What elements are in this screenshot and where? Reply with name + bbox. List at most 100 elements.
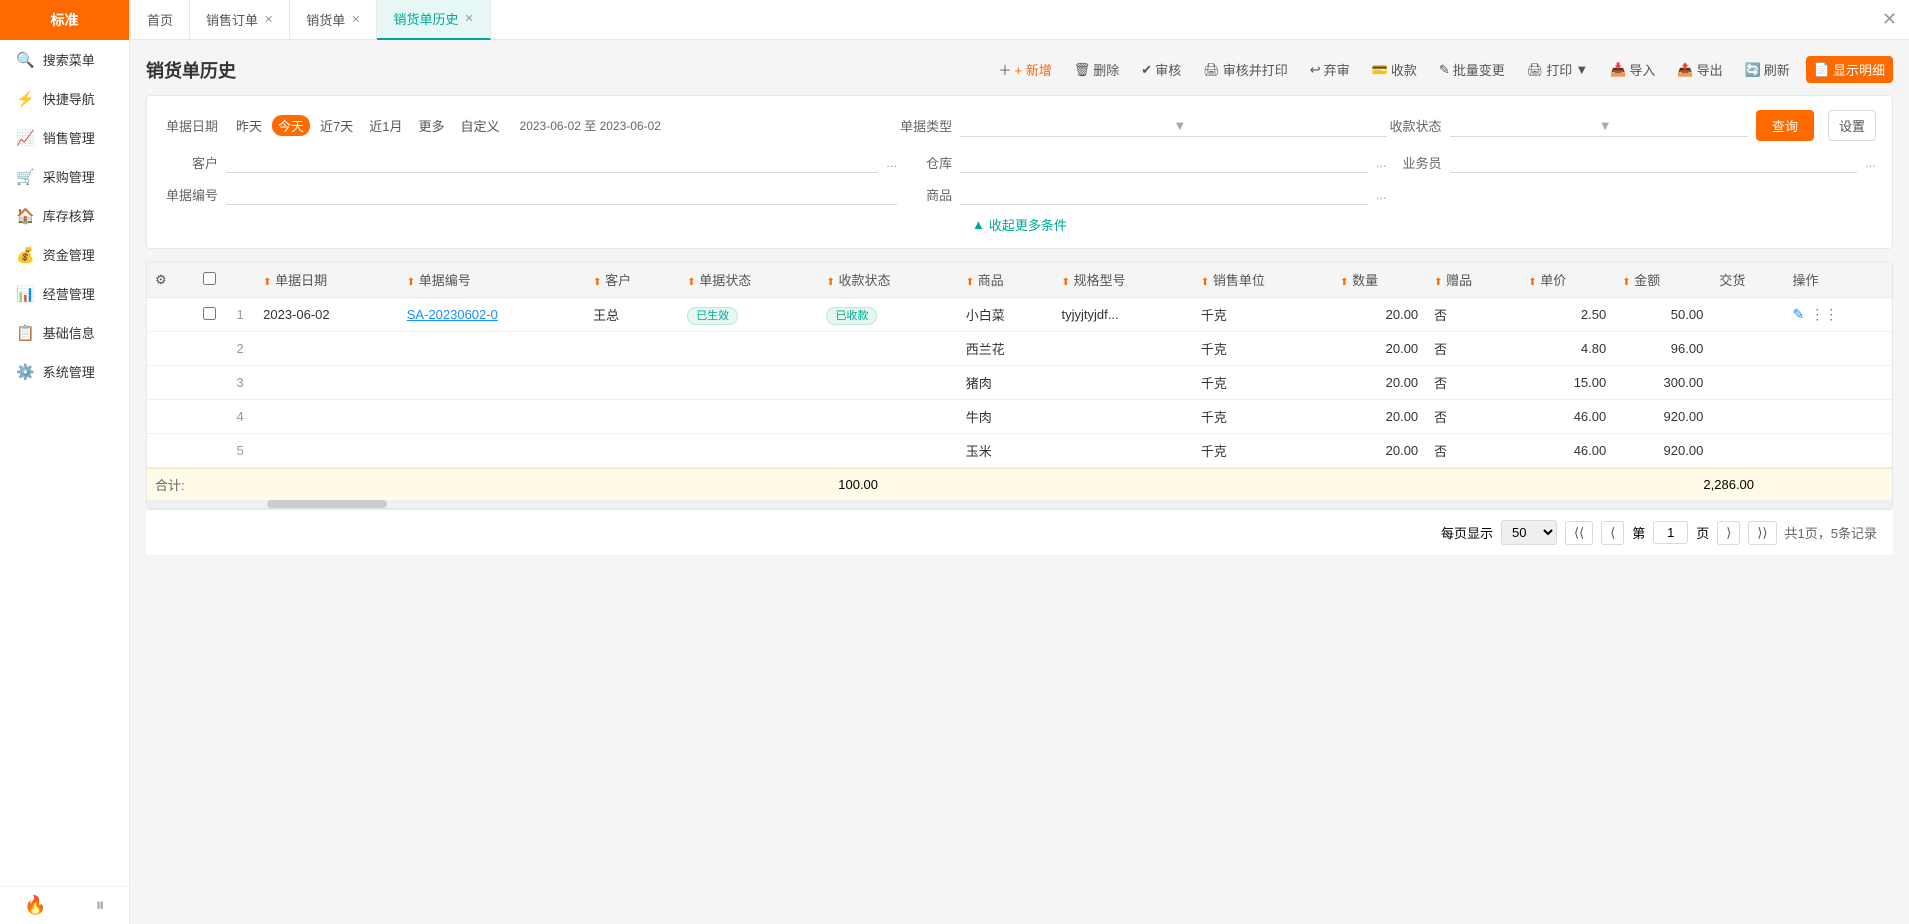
scrollbar-thumb[interactable] <box>267 500 387 508</box>
row-checkbox[interactable] <box>203 307 216 320</box>
sidebar-item-system[interactable]: ⚙️ 系统管理 <box>0 352 129 391</box>
today-badge[interactable]: 今天 <box>272 115 310 136</box>
more-badge[interactable]: 更多 <box>413 115 451 136</box>
spec-col-header[interactable]: ⬆ 规格型号 <box>1054 262 1193 298</box>
sidebar-item-ops[interactable]: 📊 经营管理 <box>0 274 129 313</box>
salesperson-dots[interactable]: ... <box>1865 155 1876 170</box>
close-icon[interactable]: ✕ <box>465 12 474 25</box>
refresh-button[interactable]: 🔄 刷新 <box>1739 56 1796 83</box>
show-details-button[interactable]: 📄 显示明细 <box>1806 56 1893 83</box>
date-col-header[interactable]: ⬆ 单据日期 <box>255 262 399 298</box>
qty-col-header[interactable]: ⬆ 数量 <box>1332 262 1426 298</box>
settings-col-header[interactable]: ⚙ <box>147 262 195 298</box>
sidebar-item-finance[interactable]: 💰 资金管理 <box>0 235 129 274</box>
custom-badge[interactable]: 自定义 <box>455 115 506 136</box>
fire-icon[interactable]: 🔥 <box>24 895 46 916</box>
close-icon[interactable]: ✕ <box>264 13 273 26</box>
sidebar-item-search-menu[interactable]: 🔍 搜索菜单 <box>0 40 129 79</box>
sidebar-item-quick-nav[interactable]: ⚡ 快捷导航 <box>0 79 129 118</box>
sort-icon: ⬆ <box>687 277 695 288</box>
search-button[interactable]: 查询 <box>1756 110 1814 141</box>
docno-col-header[interactable]: ⬆ 单据编号 <box>399 262 585 298</box>
customer-input[interactable] <box>226 151 878 173</box>
next-page-button[interactable]: ⟩ <box>1717 521 1740 545</box>
data-table: ⚙ ⬆ 单据日期 ⬆ 单据编号 ⬆ 客户 ⬆ 单据状态 ⬆ 收款状态 ⬆ 商品 … <box>146 261 1893 509</box>
sidebar-item-purchase[interactable]: 🛒 采购管理 <box>0 157 129 196</box>
edit-icon[interactable]: ✎ <box>1792 306 1804 323</box>
more-ops-icon[interactable]: ⋮⋮ <box>1810 306 1838 323</box>
yesterday-badge[interactable]: 昨天 <box>230 115 268 136</box>
settings-button[interactable]: 设置 <box>1828 110 1876 141</box>
sort-icon: ⬆ <box>966 277 974 288</box>
row-amount: 300.00 <box>1614 366 1711 400</box>
row-docstatus <box>679 400 818 434</box>
export-button[interactable]: 📤 导出 <box>1671 56 1728 83</box>
audit-print-button[interactable]: 🖨 审核并打印 <box>1197 56 1294 83</box>
filter-doc-no: 单据编号 <box>163 183 897 205</box>
row-qty: 20.00 <box>1332 366 1426 400</box>
price-col-header[interactable]: ⬆ 单价 <box>1520 262 1614 298</box>
doc-no-input[interactable] <box>226 183 897 205</box>
dropdown-icon: ▼ <box>1173 118 1382 133</box>
month-badge[interactable]: 近1月 <box>363 115 408 136</box>
receive-button[interactable]: 💳 收款 <box>1366 56 1423 83</box>
row-num: 3 <box>225 366 255 400</box>
docstatus-col-header[interactable]: ⬆ 单据状态 <box>679 262 818 298</box>
close-all-tabs[interactable]: ✕ <box>1870 9 1909 30</box>
filter-row-2: 客户 ... 仓库 ... 业务员 ... <box>163 151 1876 173</box>
sidebar-item-inventory[interactable]: 🏠 库存核算 <box>0 196 129 235</box>
abandon-button[interactable]: ↩ 弃审 <box>1304 56 1356 83</box>
goods-col-header[interactable]: ⬆ 商品 <box>958 262 1054 298</box>
filter-pay-status: 收款状态 ▼ 查询 设置 <box>1387 110 1876 141</box>
paystatus-col-header[interactable]: ⬆ 收款状态 <box>818 262 957 298</box>
pay-status-select[interactable]: ▼ <box>1450 115 1748 137</box>
select-all-checkbox[interactable] <box>203 272 216 285</box>
import-button[interactable]: 📥 导入 <box>1604 56 1661 83</box>
pause-icon[interactable]: ⏸ <box>96 895 105 916</box>
first-page-button[interactable]: ⟨⟨ <box>1565 521 1593 545</box>
row-qty: 20.00 <box>1332 332 1426 366</box>
prev-page-button[interactable]: ⟨ <box>1601 521 1624 545</box>
last-page-button[interactable]: ⟩⟩ <box>1748 521 1776 545</box>
batch-change-button[interactable]: ✎ 批量变更 <box>1433 56 1511 83</box>
row-ops <box>1784 434 1892 468</box>
row-docno[interactable]: SA-20230602-0 <box>399 298 585 332</box>
row-num: 5 <box>225 434 255 468</box>
page-info: 共1页，5条记录 <box>1785 523 1877 542</box>
gift-col-header[interactable]: ⬆ 赠品 <box>1426 262 1520 298</box>
page-input[interactable] <box>1653 521 1688 544</box>
tab-home[interactable]: 首页 <box>130 0 190 40</box>
num-col-header <box>225 262 255 298</box>
salesperson-input[interactable] <box>1450 151 1858 173</box>
doc-type-select[interactable]: ▼ <box>960 115 1386 137</box>
goods-dots[interactable]: ... <box>1376 187 1387 202</box>
customer-dots[interactable]: ... <box>886 155 897 170</box>
row-price: 15.00 <box>1520 366 1614 400</box>
close-icon[interactable]: ✕ <box>351 13 360 26</box>
new-button[interactable]: ＋ + 新增 <box>993 56 1058 83</box>
sort-icon: ⬆ <box>826 277 834 288</box>
sidebar-item-sales[interactable]: 📈 销售管理 <box>0 118 129 157</box>
delete-button[interactable]: 🗑 删除 <box>1068 56 1126 83</box>
customer-col-header[interactable]: ⬆ 客户 <box>585 262 679 298</box>
goods-input[interactable] <box>960 183 1368 205</box>
print-button[interactable]: 🖨 打印 ▼ <box>1521 56 1594 83</box>
week-badge[interactable]: 近7天 <box>314 115 359 136</box>
table-row: 3 猪肉 千克 20.00 否 15.00 300.00 <box>147 366 1892 400</box>
warehouse-input[interactable] <box>960 151 1368 173</box>
dropdown-icon: ▼ <box>1599 118 1744 133</box>
audit-button[interactable]: ✔ 审核 <box>1135 56 1187 83</box>
unit-col-header[interactable]: ⬆ 销售单位 <box>1193 262 1332 298</box>
warehouse-dots[interactable]: ... <box>1376 155 1387 170</box>
collapse-button[interactable]: ▲ 收起更多条件 <box>163 215 1876 234</box>
row-price: 46.00 <box>1520 400 1614 434</box>
tab-sales-delivery[interactable]: 销货单 ✕ <box>290 0 377 40</box>
sort-icon: ⬆ <box>1528 277 1536 288</box>
tab-sales-history[interactable]: 销货单历史 ✕ <box>377 0 490 40</box>
sidebar-item-basic-info[interactable]: 📋 基础信息 <box>0 313 129 352</box>
tab-sales-order[interactable]: 销售订单 ✕ <box>190 0 290 40</box>
amount-col-header[interactable]: ⬆ 金额 <box>1614 262 1711 298</box>
page-size-select[interactable]: 10 20 50 100 <box>1501 520 1557 545</box>
row-customer <box>585 400 679 434</box>
horizontal-scrollbar[interactable] <box>147 500 1892 508</box>
